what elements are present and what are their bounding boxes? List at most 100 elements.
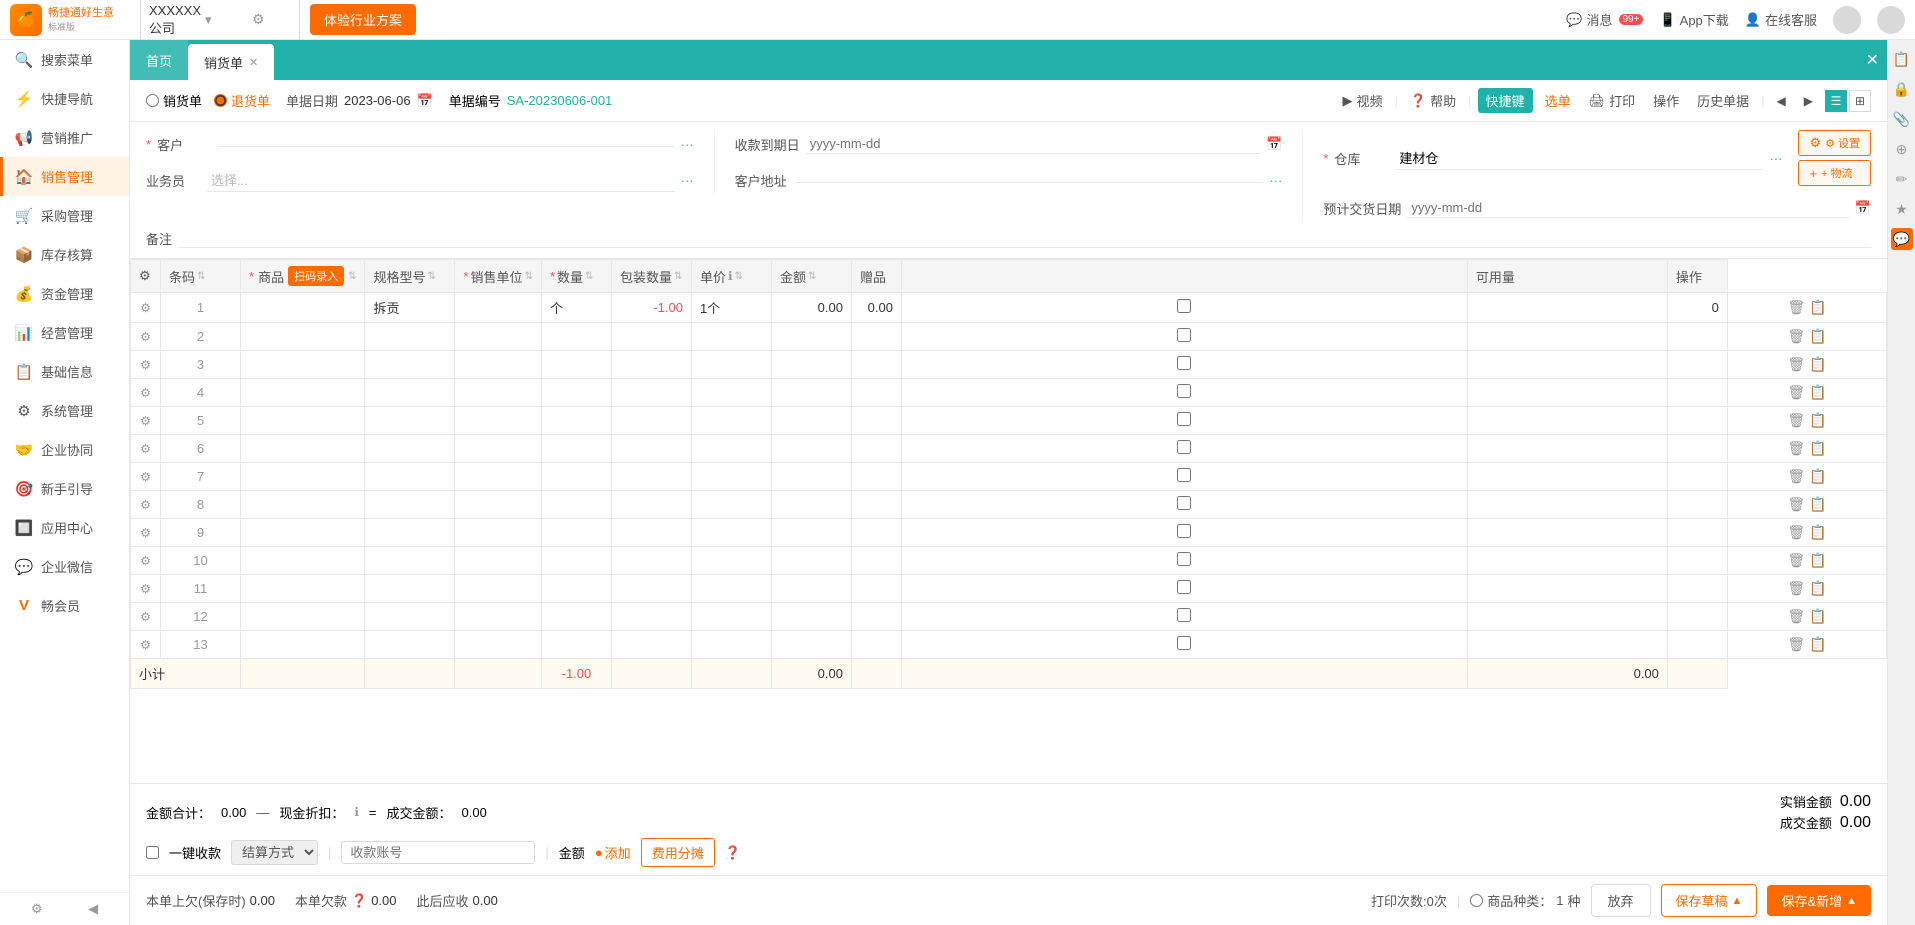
row-remark[interactable] (1467, 603, 1667, 631)
row-gift[interactable] (901, 575, 1467, 603)
prev-btn[interactable]: ◀ (1771, 91, 1792, 111)
row-spec[interactable] (455, 575, 541, 603)
gift-checkbox[interactable] (1177, 299, 1191, 313)
select-btn[interactable]: 选单 (1539, 88, 1577, 113)
col-gear-header[interactable]: ⚙ (131, 260, 161, 293)
row-gift[interactable] (901, 351, 1467, 379)
row-price[interactable] (771, 463, 851, 491)
row-barcode[interactable] (241, 293, 365, 323)
row-qty[interactable] (611, 575, 691, 603)
copy-icon[interactable]: 📋 (1809, 468, 1826, 485)
copy-icon[interactable]: 📋 (1809, 440, 1826, 457)
row-barcode[interactable] (241, 631, 365, 659)
row-gear[interactable]: ⚙ (131, 575, 161, 603)
rp-btn-7[interactable]: 💬 (1891, 228, 1913, 250)
row-barcode[interactable] (241, 603, 365, 631)
warehouse-input[interactable]: 建材仓 (1395, 146, 1763, 170)
sidebar-settings-icon[interactable]: ⚙ (31, 901, 43, 917)
delete-icon[interactable]: 🗑 (1787, 356, 1805, 373)
rp-btn-3[interactable]: 📎 (1891, 108, 1913, 130)
delete-icon[interactable]: 🗑 (1787, 496, 1805, 513)
video-btn[interactable]: ▶ 视频 (1337, 88, 1389, 113)
row-qty[interactable] (611, 351, 691, 379)
fee-btn[interactable]: 费用分摊 (641, 838, 715, 867)
row-amount[interactable] (851, 351, 901, 379)
row-gift[interactable] (901, 631, 1467, 659)
row-amount[interactable] (851, 491, 901, 519)
spec-sort-icon[interactable]: ⇅ (427, 271, 435, 282)
row-amount[interactable] (851, 323, 901, 351)
row-price[interactable] (771, 491, 851, 519)
row-product[interactable] (365, 631, 455, 659)
row-unit[interactable] (541, 575, 611, 603)
delete-icon[interactable]: 🗑 (1787, 636, 1805, 653)
row-price[interactable] (771, 519, 851, 547)
print-btn[interactable]: 🖨 打印 (1583, 88, 1642, 113)
row-gift[interactable] (901, 323, 1467, 351)
sidebar-item-inventory[interactable]: 📦 库存核算 (0, 235, 129, 274)
row-price[interactable]: 0.00 (771, 293, 851, 323)
row-gift[interactable] (901, 547, 1467, 575)
company-selector[interactable]: XXXXXX公司 ▾ ⚙ (140, 0, 300, 42)
row-unit[interactable]: 个 (541, 293, 611, 323)
row-price[interactable] (771, 351, 851, 379)
row-price[interactable] (771, 407, 851, 435)
row-gift[interactable] (901, 519, 1467, 547)
row-amount[interactable] (851, 603, 901, 631)
row-product[interactable] (365, 463, 455, 491)
row-unit[interactable] (541, 631, 611, 659)
gift-checkbox[interactable] (1177, 608, 1191, 622)
save-new-button[interactable]: 保存&新增 ▲ (1767, 885, 1871, 916)
delete-icon[interactable]: 🗑 (1787, 412, 1805, 429)
row-gift[interactable] (901, 293, 1467, 323)
row-barcode[interactable] (241, 463, 365, 491)
discount-info-icon[interactable]: ℹ (354, 805, 359, 819)
row-product[interactable] (365, 519, 455, 547)
row-spec[interactable] (455, 603, 541, 631)
row-price[interactable] (771, 603, 851, 631)
sidebar-item-marketing[interactable]: 📢 营销推广 (0, 118, 129, 157)
payment-cal-icon[interactable]: 📅 (1266, 136, 1282, 152)
row-unit[interactable] (541, 491, 611, 519)
radio-return-input[interactable] (214, 94, 227, 107)
row-unit[interactable] (541, 519, 611, 547)
account-input[interactable] (341, 841, 535, 864)
delivery-cal-icon[interactable]: 📅 (1855, 200, 1871, 216)
price-info-icon[interactable]: ℹ (728, 269, 733, 283)
scan-button[interactable]: 扫码录入 (288, 266, 344, 286)
row-pkg-qty[interactable] (691, 379, 771, 407)
tab-close-all[interactable]: ✕ (1866, 50, 1887, 70)
row-barcode[interactable] (241, 435, 365, 463)
delete-icon[interactable]: 🗑 (1787, 384, 1805, 401)
copy-icon[interactable]: 📋 (1809, 524, 1826, 541)
row-qty[interactable] (611, 519, 691, 547)
gift-checkbox[interactable] (1177, 524, 1191, 538)
add-btn[interactable]: ● 添加 (595, 843, 631, 862)
sidebar-item-member[interactable]: V 畅会员 (0, 586, 129, 625)
row-spec[interactable] (455, 351, 541, 379)
row-unit[interactable] (541, 435, 611, 463)
row-pkg-qty[interactable] (691, 435, 771, 463)
sidebar-item-guide[interactable]: 🎯 新手引导 (0, 469, 129, 508)
rp-btn-5[interactable]: ✏ (1891, 168, 1913, 190)
row-barcode[interactable] (241, 407, 365, 435)
copy-icon[interactable]: 📋 (1809, 496, 1826, 513)
discard-button[interactable]: 放弃 (1591, 884, 1651, 917)
row-unit[interactable] (541, 463, 611, 491)
row-gear[interactable]: ⚙ (131, 293, 161, 323)
layout-list-btn[interactable]: ☰ (1825, 90, 1847, 112)
row-remark[interactable] (1467, 323, 1667, 351)
row-gift[interactable] (901, 463, 1467, 491)
user-avatar[interactable] (1833, 6, 1861, 34)
operate-btn[interactable]: 操作 (1647, 88, 1685, 113)
salesperson-input[interactable]: 选择... (207, 168, 675, 192)
calc-method-select[interactable]: 结算方式 (231, 840, 318, 865)
row-product[interactable] (365, 379, 455, 407)
row-amount[interactable]: 0.00 (851, 293, 901, 323)
row-remark[interactable] (1467, 435, 1667, 463)
row-gift[interactable] (901, 379, 1467, 407)
row-gear[interactable]: ⚙ (131, 379, 161, 407)
row-unit[interactable] (541, 603, 611, 631)
delete-icon[interactable]: 🗑 (1787, 524, 1805, 541)
rp-btn-1[interactable]: 📋 (1891, 48, 1913, 70)
